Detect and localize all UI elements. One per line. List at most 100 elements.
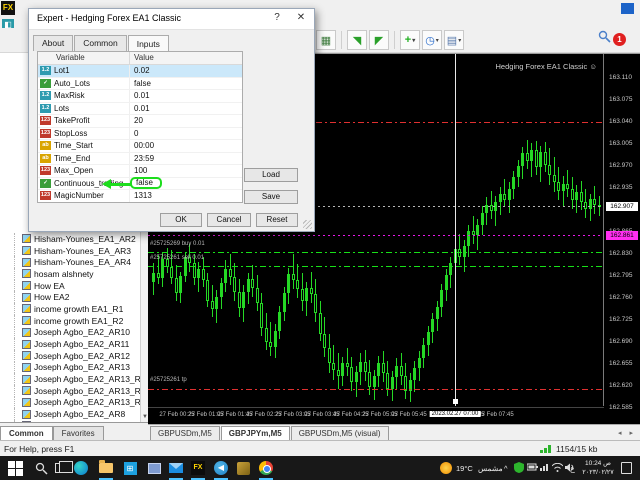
table-row[interactable]: 1.2 MaxRisk 0.01	[38, 90, 242, 103]
param-value-cell[interactable]: 0.01	[130, 103, 242, 115]
table-row[interactable]: 1.2 Lot1 0.02	[38, 65, 242, 78]
param-value-cell[interactable]: 1313	[130, 190, 242, 202]
notification-bubble-icon[interactable]: 1	[613, 32, 626, 46]
taskbar-store-icon[interactable]: ⊞	[121, 459, 139, 477]
dialog-title-bar[interactable]: Expert - Hedging Forex EA1 Classic ? ✕	[29, 9, 314, 30]
sidebar-item[interactable]: income growth EA1_R1	[0, 303, 140, 315]
taskbar-mail-icon[interactable]	[167, 459, 185, 480]
sidebar-item[interactable]: Hisham-Younes_EA_AR4	[0, 256, 140, 268]
table-row[interactable]: 123 MagicNumber 1313	[38, 190, 242, 202]
taskbar-devices-icon[interactable]	[145, 459, 163, 477]
taskbar-task-view-icon[interactable]	[52, 459, 73, 477]
param-value-cell[interactable]: false	[130, 177, 242, 190]
taskbar-explorer-icon[interactable]	[97, 459, 115, 480]
sidebar-item[interactable]: Joseph Agbo_EA2_AR12	[0, 349, 140, 362]
table-row[interactable]: ab Time_Start 00:00	[38, 140, 242, 153]
language-indicator[interactable]: ع	[570, 464, 575, 473]
sidebar-item[interactable]: hosam alshnety	[0, 268, 140, 280]
sidebar-item[interactable]: Hisham-Younes_EA1_AR2	[0, 233, 140, 245]
chart-tab[interactable]: GBPUSDm,M5	[150, 426, 220, 440]
network-tray-icon[interactable]	[540, 463, 550, 473]
navigator-tab-favorites[interactable]: Favorites	[52, 426, 104, 440]
chart-tab[interactable]: GBPJPYm,M5	[220, 426, 290, 440]
sidebar-item[interactable]: How EA	[0, 279, 140, 292]
status-bar: For Help, press F1 1154/15 kb	[0, 440, 640, 456]
taskbar-mt4-icon[interactable]: FX	[189, 459, 207, 480]
periods-clock-icon[interactable]: ◷ ▾	[422, 30, 442, 50]
param-value-cell[interactable]: false	[130, 78, 242, 90]
table-row[interactable]: ✓ Continuous_trading false	[38, 177, 242, 190]
reset-button[interactable]: Reset	[256, 213, 298, 227]
param-value-cell[interactable]: 0.02	[130, 65, 242, 77]
param-value-cell[interactable]: 20	[130, 115, 242, 127]
dialog-resize-grip[interactable]	[303, 220, 312, 229]
table-row[interactable]: 123 TakeProfit 20	[38, 115, 242, 128]
sidebar-item[interactable]: Hisham-Younes_EA_AR3	[0, 244, 140, 257]
save-button[interactable]: Save	[244, 190, 298, 204]
vline-anchor-marker[interactable]	[453, 399, 458, 404]
weather-icon[interactable]	[440, 462, 452, 476]
ok-button[interactable]: OK	[160, 213, 202, 227]
taskbar-telegram-icon[interactable]: ◀	[212, 459, 230, 480]
sidebar-item[interactable]: Joseph Agbo_EA2_AR13_R1	[0, 373, 146, 385]
sidebar-item[interactable]: Joseph Agbo_EA2_AR13_R2	[0, 384, 146, 397]
param-value-cell[interactable]: 100	[130, 165, 242, 177]
time-axis[interactable]: 26 Feb 202327 Feb 00:2527 Feb 01:0527 Fe…	[148, 407, 604, 424]
sidebar-item[interactable]: Joseph Agbo_EA2_AR13_R3	[0, 396, 146, 409]
dialog-tab-inputs[interactable]: Inputs	[127, 35, 169, 52]
weather-label[interactable]: مشمس	[478, 464, 503, 473]
sidebar-item[interactable]: Joseph Agbo_EA2_AR10	[0, 326, 140, 339]
candle-body	[215, 297, 218, 309]
dialog-tab-common[interactable]: Common	[74, 35, 127, 51]
table-row[interactable]: 123 Max_Open 100	[38, 165, 242, 178]
window-control-icon[interactable]	[621, 3, 634, 14]
param-value-cell[interactable]: 23:59	[130, 153, 242, 165]
candle-body	[481, 213, 484, 225]
wifi-tray-icon[interactable]	[551, 462, 564, 474]
table-row[interactable]: ab Time_End 23:59	[38, 152, 242, 165]
candle-body	[355, 372, 358, 382]
price-axis[interactable]: 163.110 163.075 163.040 163.005 162.970 162.9…	[605, 54, 640, 411]
weather-temp[interactable]: 19°C	[456, 464, 473, 473]
load-button[interactable]: Load	[244, 168, 298, 182]
table-row[interactable]: ✓ Auto_Lots false	[38, 77, 242, 90]
param-value-cell[interactable]: 0	[130, 128, 242, 140]
autoscroll-icon[interactable]: ◥	[347, 30, 367, 50]
window-grid-icon[interactable]: ▦	[316, 30, 336, 50]
templates-icon[interactable]: ▤ ▾	[444, 30, 464, 50]
action-center-icon[interactable]	[621, 462, 632, 474]
taskbar-search-icon[interactable]	[32, 459, 50, 477]
battery-tray-icon[interactable]	[526, 463, 538, 473]
periods-clock-dropdown-icon[interactable]: ▾	[436, 37, 439, 44]
taskbar-start-icon[interactable]	[6, 459, 24, 477]
templates-dropdown-icon[interactable]: ▾	[458, 37, 461, 44]
navigator-tab-common[interactable]: Common	[0, 426, 53, 440]
taskbar-chrome-icon[interactable]	[257, 459, 275, 480]
tray-chevron-icon[interactable]: ^	[504, 464, 508, 473]
cancel-button[interactable]: Cancel	[207, 213, 251, 227]
sidebar-item[interactable]: Joseph Agbo_EA2_AR13	[0, 361, 140, 374]
table-row[interactable]: 123 StopLoss 0	[38, 127, 242, 140]
add-indicator-icon[interactable]: + ▾	[400, 30, 420, 50]
table-row[interactable]: 1.2 Lots 0.01	[38, 102, 242, 115]
sidebar-item[interactable]: income growth EA1_R2	[0, 314, 140, 327]
visual-test-vline[interactable]	[455, 54, 456, 406]
chart-shift-icon[interactable]: ◤	[369, 30, 389, 50]
dialog-help-button[interactable]: ?	[268, 12, 286, 23]
taskbar-wallet-icon[interactable]	[234, 459, 252, 477]
magnifier-icon[interactable]	[598, 30, 611, 48]
chart-tab[interactable]: GBPUSDm,M5 (visual)	[290, 426, 389, 440]
param-value-cell[interactable]: 0.01	[130, 90, 242, 102]
sidebar-item[interactable]: Joseph Agbo_EA2_AR8	[0, 408, 140, 420]
dialog-tab-about[interactable]: About	[33, 35, 74, 51]
param-value-cell[interactable]: 00:00	[130, 140, 242, 152]
taskbar-edge-icon[interactable]	[72, 459, 90, 477]
add-indicator-dropdown-icon[interactable]: ▾	[412, 37, 415, 44]
tab-scroll-arrows[interactable]: ◂ ▸	[618, 429, 636, 437]
candle-body	[593, 199, 596, 205]
sidebar-item[interactable]: Joseph Agbo_EA2_AR11	[0, 338, 140, 350]
sidebar-item[interactable]: How EA2	[0, 291, 140, 303]
antivirus-tray-icon[interactable]	[514, 462, 524, 475]
dialog-close-button[interactable]: ✕	[292, 12, 310, 23]
clock[interactable]: 10:24 ص ٢٠٢٣/٠٢/٢٧	[578, 459, 618, 477]
